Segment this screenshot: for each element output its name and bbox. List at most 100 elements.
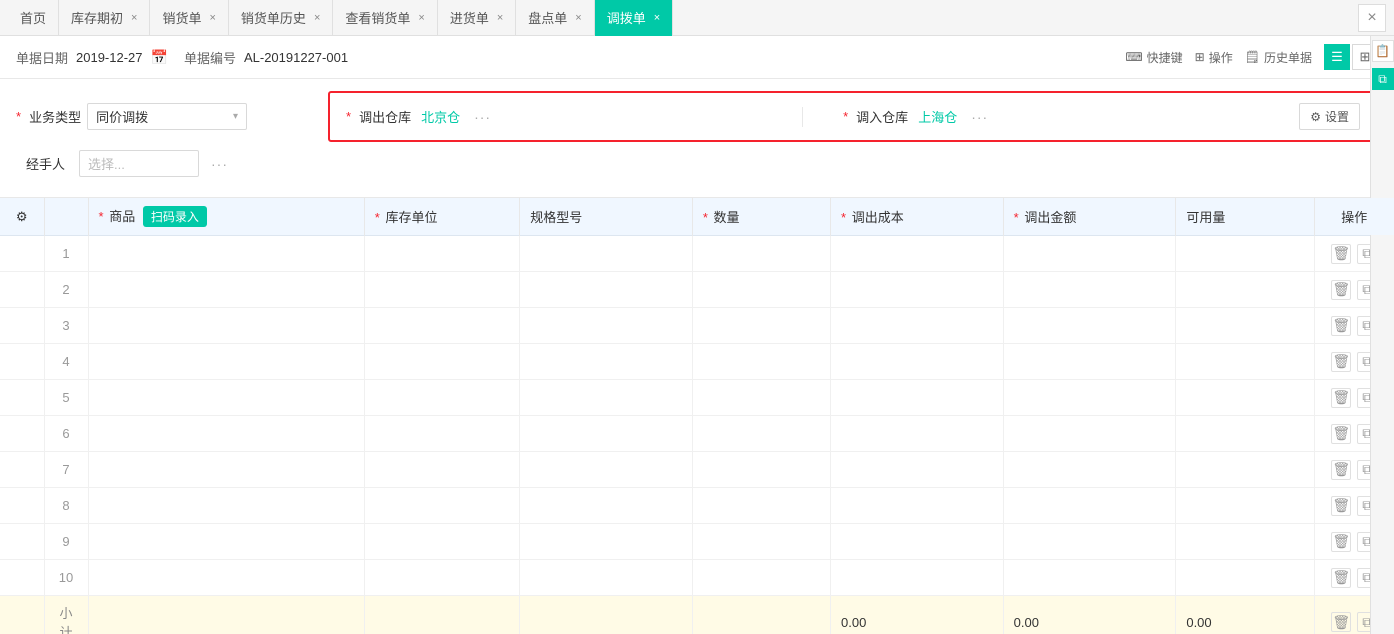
row-qty[interactable] (692, 560, 830, 596)
tab-view-sales[interactable]: 查看销货单 × (333, 0, 437, 36)
handler-input[interactable]: 选择... (79, 150, 199, 177)
row-unit[interactable] (364, 380, 519, 416)
row-unit[interactable] (364, 524, 519, 560)
row-available[interactable] (1176, 308, 1314, 344)
wh-out-more-icon[interactable]: ··· (474, 109, 491, 125)
tab-inventory-init-close[interactable]: × (131, 12, 137, 24)
tab-inventory-init[interactable]: 库存期初 × (59, 0, 150, 36)
row-product[interactable] (88, 488, 364, 524)
row-unit[interactable] (364, 236, 519, 272)
row-unit[interactable] (364, 560, 519, 596)
tab-sales-history[interactable]: 销货单历史 × (229, 0, 333, 36)
row-product[interactable] (88, 236, 364, 272)
row-qty[interactable] (692, 416, 830, 452)
row-cost[interactable] (831, 272, 1004, 308)
row-qty[interactable] (692, 272, 830, 308)
calendar-icon[interactable]: 📅 (151, 49, 168, 66)
row-product[interactable] (88, 560, 364, 596)
row-delete-icon[interactable]: 🗑 (1331, 612, 1351, 632)
row-spec[interactable] (520, 308, 693, 344)
row-spec[interactable] (520, 524, 693, 560)
tab-purchase-order[interactable]: 进货单 × (438, 0, 516, 36)
row-product[interactable] (88, 524, 364, 560)
row-available[interactable] (1176, 416, 1314, 452)
wh-in-more-icon[interactable]: ··· (971, 109, 988, 125)
row-cost[interactable] (831, 452, 1004, 488)
biz-type-select[interactable]: 同价调拨 ▾ (87, 103, 247, 130)
row-cost[interactable] (831, 416, 1004, 452)
scan-button[interactable]: 扫码录入 (143, 206, 207, 227)
row-product[interactable] (88, 416, 364, 452)
row-cost[interactable] (831, 308, 1004, 344)
settings-button[interactable]: ⚙ 设置 (1299, 103, 1360, 130)
row-cost[interactable] (831, 488, 1004, 524)
gear-icon[interactable]: ⚙ (16, 209, 28, 224)
shortcut-action[interactable]: ⌨ 快捷键 (1125, 49, 1182, 66)
row-product[interactable] (88, 380, 364, 416)
row-delete-icon[interactable]: 🗑 (1331, 424, 1351, 444)
row-product[interactable] (88, 452, 364, 488)
row-delete-icon[interactable]: 🗑 (1331, 496, 1351, 516)
row-amount[interactable] (1003, 488, 1176, 524)
row-available[interactable] (1176, 452, 1314, 488)
row-delete-icon[interactable]: 🗑 (1331, 352, 1351, 372)
row-unit[interactable] (364, 488, 519, 524)
row-amount[interactable] (1003, 236, 1176, 272)
row-available[interactable] (1176, 236, 1314, 272)
row-unit[interactable] (364, 416, 519, 452)
row-amount[interactable] (1003, 380, 1176, 416)
row-spec[interactable] (520, 236, 693, 272)
row-amount[interactable] (1003, 308, 1176, 344)
row-available[interactable] (1176, 380, 1314, 416)
row-amount[interactable] (1003, 272, 1176, 308)
list-view-btn[interactable]: ☰ (1324, 44, 1350, 70)
row-unit[interactable] (364, 308, 519, 344)
tab-home[interactable]: 首页 (8, 0, 59, 36)
row-product[interactable] (88, 272, 364, 308)
tab-sales-order-close[interactable]: × (209, 12, 215, 24)
row-delete-icon[interactable]: 🗑 (1331, 388, 1351, 408)
sidebar-external-btn[interactable]: ⧉ (1372, 68, 1394, 90)
history-action[interactable]: 🗒 历史单据 (1245, 49, 1312, 66)
row-unit[interactable] (364, 344, 519, 380)
row-amount[interactable] (1003, 560, 1176, 596)
row-available[interactable] (1176, 344, 1314, 380)
row-product[interactable] (88, 344, 364, 380)
row-product[interactable] (88, 308, 364, 344)
row-cost[interactable] (831, 560, 1004, 596)
operation-action[interactable]: ⊞ 操作 (1195, 49, 1233, 66)
row-qty[interactable] (692, 344, 830, 380)
wh-out-value[interactable]: 北京仓 (421, 107, 460, 126)
row-spec[interactable] (520, 560, 693, 596)
tab-transfer-order[interactable]: 调拨单 × (595, 0, 673, 36)
wh-in-value[interactable]: 上海仓 (918, 107, 957, 126)
row-amount[interactable] (1003, 416, 1176, 452)
row-cost[interactable] (831, 524, 1004, 560)
row-amount[interactable] (1003, 524, 1176, 560)
table-container[interactable]: ⚙ * 商品 扫码录入 * 库存单位 规格型号 (0, 198, 1394, 634)
row-available[interactable] (1176, 560, 1314, 596)
row-cost[interactable] (831, 380, 1004, 416)
row-qty[interactable] (692, 236, 830, 272)
tab-sales-order[interactable]: 销货单 × (150, 0, 228, 36)
row-amount[interactable] (1003, 452, 1176, 488)
row-spec[interactable] (520, 416, 693, 452)
row-spec[interactable] (520, 380, 693, 416)
handler-more-icon[interactable]: ··· (211, 156, 228, 172)
row-unit[interactable] (364, 452, 519, 488)
row-available[interactable] (1176, 272, 1314, 308)
tab-inventory-check-close[interactable]: × (575, 12, 581, 24)
row-cost[interactable] (831, 236, 1004, 272)
row-spec[interactable] (520, 272, 693, 308)
row-delete-icon[interactable]: 🗑 (1331, 280, 1351, 300)
row-spec[interactable] (520, 344, 693, 380)
row-available[interactable] (1176, 488, 1314, 524)
row-qty[interactable] (692, 524, 830, 560)
row-qty[interactable] (692, 488, 830, 524)
row-unit[interactable] (364, 272, 519, 308)
row-delete-icon[interactable]: 🗑 (1331, 316, 1351, 336)
row-cost[interactable] (831, 344, 1004, 380)
row-amount[interactable] (1003, 344, 1176, 380)
row-spec[interactable] (520, 488, 693, 524)
row-delete-icon[interactable]: 🗑 (1331, 568, 1351, 588)
